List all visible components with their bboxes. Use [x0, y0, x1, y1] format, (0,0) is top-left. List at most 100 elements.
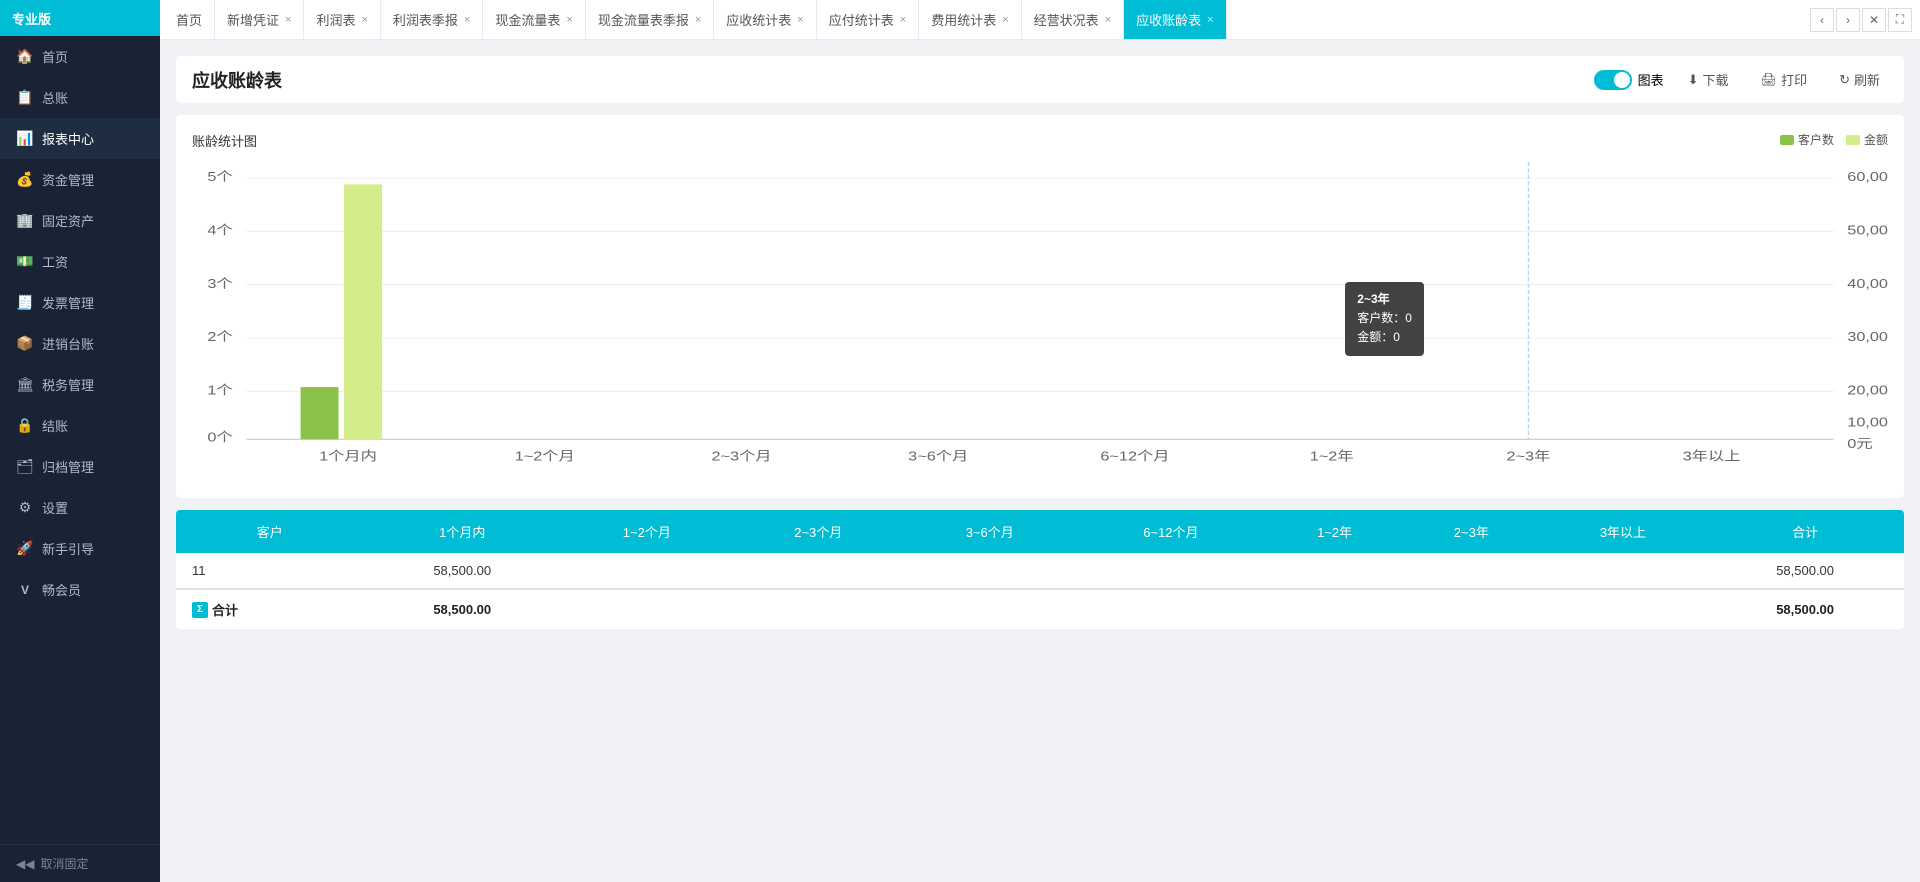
tab-close-cashflow[interactable]: ×: [566, 14, 572, 26]
tab-payable-stats[interactable]: 应付统计表 ×: [817, 0, 919, 40]
tab-close-business-status[interactable]: ×: [1105, 14, 1111, 26]
chart-container: 账龄统计图 客户数 金额 5个 4个 3个 2个 1个: [176, 115, 1904, 498]
tab-nav-buttons: ‹ › ✕ ⛶: [1806, 8, 1916, 32]
tab-new-voucher[interactable]: 新增凭证 ×: [215, 0, 304, 40]
tab-close-aging[interactable]: ×: [1207, 14, 1213, 26]
home-icon: 🏠: [16, 48, 34, 65]
tab-close-expense-stats[interactable]: ×: [1002, 14, 1008, 26]
tab-close-receivable-stats[interactable]: ×: [797, 14, 803, 26]
svg-text:50,000.00元: 50,000.00元: [1847, 224, 1888, 238]
sidebar-item-invoice[interactable]: 🧾 发票管理: [0, 282, 160, 323]
sidebar-item-member[interactable]: V 畅会员: [0, 569, 160, 610]
sidebar-item-payroll[interactable]: 💵 工资: [0, 241, 160, 282]
sidebar-item-tax[interactable]: 🏛 税务管理: [0, 364, 160, 405]
footer-m1: 58,500.00: [363, 589, 561, 629]
sidebar-label-home: 首页: [42, 47, 68, 66]
tax-icon: 🏛: [16, 376, 34, 393]
sidebar-item-fund-management[interactable]: 💰 资金管理: [0, 159, 160, 200]
sidebar-item-fixed-assets[interactable]: 🏢 固定资产: [0, 200, 160, 241]
tab-close-cashflow-quarterly[interactable]: ×: [695, 14, 701, 26]
legend-label-customer: 客户数: [1798, 131, 1834, 148]
tab-cashflow[interactable]: 现金流量表 ×: [483, 0, 585, 40]
page-header: 应收账龄表 图表 ⬇ 下载 🖨 打印 ↻ 刷新: [176, 56, 1904, 103]
col-header-customer: 客户: [176, 510, 363, 553]
sidebar-item-report-center[interactable]: 📊 报表中心: [0, 118, 160, 159]
tab-new-voucher-label: 新增凭证: [227, 10, 279, 29]
tab-next-btn[interactable]: ›: [1836, 8, 1860, 32]
svg-text:40,000.00元: 40,000.00元: [1847, 277, 1888, 291]
ledger-icon: 📋: [16, 89, 34, 106]
svg-text:2~3年: 2~3年: [1507, 449, 1551, 464]
cell-m1: 58,500.00: [363, 553, 561, 589]
svg-text:4个: 4个: [207, 223, 233, 238]
chart-toggle[interactable]: 图表: [1594, 70, 1664, 90]
tab-prev-btn[interactable]: ‹: [1810, 8, 1834, 32]
payroll-icon: 💵: [16, 253, 34, 270]
cell-y12: [1266, 553, 1403, 589]
footer-label-text: 合计: [212, 600, 238, 619]
sidebar-item-closing[interactable]: 🔒 结账: [0, 405, 160, 446]
tab-close-payable-stats[interactable]: ×: [900, 14, 906, 26]
sidebar-item-settings[interactable]: ⚙ 设置: [0, 487, 160, 528]
app-logo: 专业版: [0, 0, 160, 36]
svg-text:3~6个月: 3~6个月: [908, 449, 968, 464]
col-header-m1: 1个月内: [363, 510, 561, 553]
print-btn[interactable]: 🖨 打印: [1753, 66, 1816, 93]
sidebar-label-fixed-assets: 固定资产: [42, 211, 94, 230]
sidebar-item-general-ledger[interactable]: 📋 总账: [0, 77, 160, 118]
svg-text:10,000.00元: 10,000.00元: [1847, 416, 1888, 430]
toggle-thumb: [1614, 72, 1630, 88]
footer-total: 58,500.00: [1706, 589, 1904, 629]
member-icon: V: [16, 583, 34, 597]
svg-text:1个: 1个: [207, 383, 233, 398]
tab-profit-quarterly[interactable]: 利润表季报 ×: [381, 0, 483, 40]
total-icon: Σ: [192, 602, 208, 618]
legend-color-amount: [1846, 135, 1860, 145]
col-header-y3plus: 3年以上: [1540, 510, 1707, 553]
cell-total: 58,500.00: [1706, 553, 1904, 589]
tab-close-profit[interactable]: ×: [361, 14, 367, 26]
legend-amount: 金额: [1846, 131, 1888, 148]
sidebar-item-archive[interactable]: 🗂 归档管理: [0, 446, 160, 487]
tab-profit[interactable]: 利润表 ×: [304, 0, 380, 40]
sidebar-label-invoice: 发票管理: [42, 293, 94, 312]
svg-text:1~2个月: 1~2个月: [515, 449, 575, 464]
tab-cashflow-label: 现金流量表: [495, 10, 560, 29]
settings-icon: ⚙: [16, 499, 34, 516]
tab-business-status[interactable]: 经营状况表 ×: [1022, 0, 1124, 40]
tab-bar: 首页 新增凭证 × 利润表 × 利润表季报 × 现金流量表 × 现金流量表季报 …: [160, 0, 1920, 40]
tab-cashflow-quarterly[interactable]: 现金流量表季报 ×: [586, 0, 714, 40]
sidebar-label-general-ledger: 总账: [42, 88, 68, 107]
assets-icon: 🏢: [16, 212, 34, 229]
sidebar-collapse-btn[interactable]: ◀◀ 取消固定: [0, 844, 160, 882]
print-icon: 🖨: [1761, 72, 1778, 88]
tab-close-new-voucher[interactable]: ×: [285, 14, 291, 26]
footer-m612: [1075, 589, 1266, 629]
sidebar-item-home[interactable]: 🏠 首页: [0, 36, 160, 77]
col-header-m36: 3~6个月: [904, 510, 1075, 553]
tab-close-all-btn[interactable]: ✕: [1862, 8, 1886, 32]
tab-expense-stats[interactable]: 费用统计表 ×: [919, 0, 1021, 40]
footer-m23: [733, 589, 904, 629]
sidebar-item-guide[interactable]: 🚀 新手引导: [0, 528, 160, 569]
svg-text:6~12个月: 6~12个月: [1100, 449, 1169, 464]
tab-close-profit-quarterly[interactable]: ×: [464, 14, 470, 26]
col-header-m12: 1~2个月: [561, 510, 732, 553]
svg-text:1~2年: 1~2年: [1310, 449, 1354, 464]
col-header-m23: 2~3个月: [733, 510, 904, 553]
refresh-btn[interactable]: ↻ 刷新: [1831, 66, 1888, 93]
tab-aging[interactable]: 应收账龄表 ×: [1124, 0, 1226, 40]
archive-icon: 🗂: [16, 458, 34, 475]
tab-receivable-stats[interactable]: 应收统计表 ×: [714, 0, 816, 40]
download-btn[interactable]: ⬇ 下载: [1680, 66, 1737, 93]
svg-text:0元: 0元: [1847, 437, 1872, 451]
tab-home[interactable]: 首页: [164, 0, 215, 40]
toggle-track[interactable]: [1594, 70, 1632, 90]
table-row: 11 58,500.00 58,500.00: [176, 553, 1904, 589]
tab-expense-stats-label: 费用统计表: [931, 10, 996, 29]
refresh-label: 刷新: [1854, 70, 1880, 89]
report-icon: 📊: [16, 130, 34, 147]
tab-profit-quarterly-label: 利润表季报: [393, 10, 458, 29]
sidebar-item-sales-ledger[interactable]: 📦 进销台账: [0, 323, 160, 364]
tab-fullscreen-btn[interactable]: ⛶: [1888, 8, 1912, 32]
